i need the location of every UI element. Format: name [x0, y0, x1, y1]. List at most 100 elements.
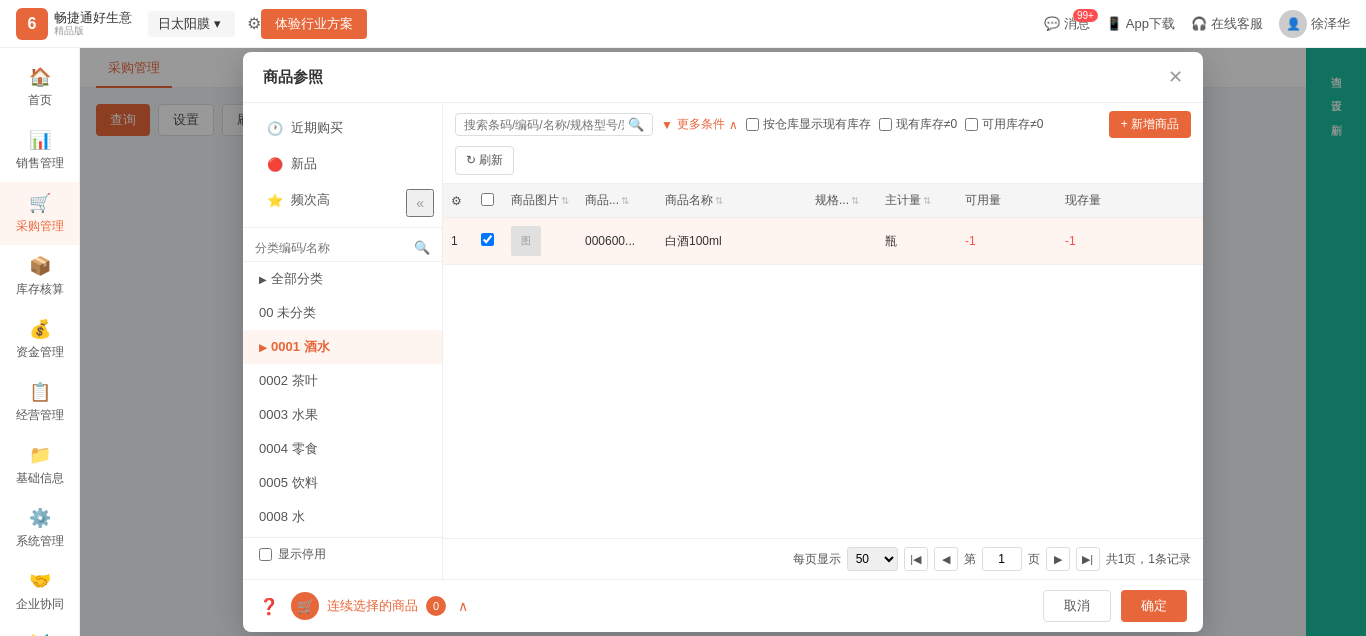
cart-section: 🛒 连续选择的商品 0 [291, 592, 446, 620]
purchase-icon: 🛒 [29, 192, 51, 214]
cell-name: 白酒100ml [657, 218, 807, 265]
sidebar-item-enterprise[interactable]: 🤝 企业协同 [0, 560, 79, 623]
modal-table: ⚙ 商品图片 ⇅ [443, 184, 1203, 538]
left-nav-frequent[interactable]: ⭐ 频次高 [251, 183, 406, 217]
phone-icon: 📱 [1106, 16, 1122, 31]
collapse-up-icon[interactable]: ∧ [458, 598, 468, 614]
warehouse-stock-checkbox[interactable]: 按仓库显示现有库存 [746, 116, 871, 133]
cell-image: 图 [503, 218, 577, 265]
confirm-button[interactable]: 确定 [1121, 590, 1187, 622]
cell-stock: -1 [1057, 218, 1203, 265]
gear-icon[interactable]: ⚙ [247, 14, 261, 33]
help-icon[interactable]: ❓ [259, 597, 279, 616]
inventory-icon: 📦 [29, 255, 51, 277]
show-disabled-checkbox[interactable]: 显示停用 [259, 546, 426, 563]
top-nav: 6 畅捷通好生意 精品版 日太阳膜 ▾ ⚙ 体验行业方案 💬 消息 99+ 📱 … [0, 0, 1366, 48]
available-nonzero-checkbox[interactable]: 可用库存≠0 [965, 116, 1043, 133]
footer-buttons: 取消 确定 [1043, 590, 1187, 622]
modal-overlay: 商品参照 ✕ 🕐 近期购买 � [80, 48, 1366, 636]
sidebar-item-basic-info[interactable]: 📁 基础信息 [0, 434, 79, 497]
nonzero-stock-checkbox[interactable]: 现有库存≠0 [879, 116, 957, 133]
more-filter-button[interactable]: ▼ 更多条件 ∧ [661, 116, 738, 133]
category-0008[interactable]: 0008 水 [243, 500, 442, 534]
sidebar-item-finance[interactable]: 💰 资金管理 [0, 308, 79, 371]
category-0001[interactable]: ▶ 0001 酒水 [243, 330, 442, 364]
category-0002[interactable]: 0002 茶叶 [243, 364, 442, 398]
modal-close-button[interactable]: ✕ [1168, 66, 1183, 88]
trial-button[interactable]: 体验行业方案 [261, 9, 367, 39]
home-icon: 🏠 [29, 66, 51, 88]
category-search-input[interactable] [255, 241, 414, 255]
settings-col-icon[interactable]: ⚙ [451, 194, 462, 208]
sidebar-item-sales[interactable]: 📊 销售管理 [0, 119, 79, 182]
main-content: 采购管理 查询 设置 刷新 查询 设置 刷新 商品参照 ✕ [80, 48, 1366, 636]
col-checkbox [473, 184, 503, 218]
finance-icon: 💰 [29, 318, 51, 340]
nav-selector[interactable]: 日太阳膜 ▾ [148, 11, 235, 37]
add-product-button[interactable]: + 新增商品 [1109, 111, 1191, 138]
page-last-button[interactable]: ▶| [1076, 547, 1100, 571]
cell-seq: 1 [443, 218, 473, 265]
category-list: ▶ 全部分类 00 未分类 ▶ 0001 酒水 0002 茶 [243, 262, 442, 537]
product-search-icon[interactable]: 🔍 [628, 117, 644, 132]
row-checkbox[interactable] [481, 233, 494, 246]
col-name-header: 商品名称 ⇅ [657, 184, 807, 218]
system-icon: ⚙️ [29, 507, 51, 529]
avatar: 👤 [1279, 10, 1307, 38]
sidebar: 🏠 首页 📊 销售管理 🛒 采购管理 📦 库存核算 💰 资金管理 📋 经营管理 … [0, 48, 80, 636]
cancel-button[interactable]: 取消 [1043, 590, 1111, 622]
category-0003[interactable]: 0003 水果 [243, 398, 442, 432]
category-0005[interactable]: 0005 饮料 [243, 466, 442, 500]
product-reference-modal: 商品参照 ✕ 🕐 近期购买 � [243, 52, 1203, 632]
sales-icon: 📊 [29, 129, 51, 151]
app-download-item[interactable]: 📱 App下载 [1106, 15, 1175, 33]
page-number-input[interactable] [982, 547, 1022, 571]
cell-spec [807, 218, 877, 265]
customer-service-item[interactable]: 🎧 在线客服 [1191, 15, 1263, 33]
sidebar-item-system[interactable]: ⚙️ 系统管理 [0, 497, 79, 560]
product-search-input[interactable] [464, 118, 624, 132]
collapse-left-button[interactable]: « [406, 189, 434, 217]
show-disabled-check[interactable] [259, 548, 272, 561]
modal-body: 🕐 近期购买 🔴 新品 ⭐ 频次高 [243, 103, 1203, 579]
category-00[interactable]: 00 未分类 [243, 296, 442, 330]
sidebar-item-inventory[interactable]: 📦 库存核算 [0, 245, 79, 308]
sidebar-item-purchase[interactable]: 🛒 采购管理 [0, 182, 79, 245]
product-search-box: 🔍 [455, 113, 653, 136]
cell-checkbox [473, 218, 503, 265]
user-profile[interactable]: 👤 徐泽华 [1279, 10, 1350, 38]
col-code-header: 商品... ⇅ [577, 184, 657, 218]
col-image-header: 商品图片 ⇅ [503, 184, 577, 218]
col-stock-header: 现存量 [1057, 184, 1203, 218]
col-available-header: 可用量 [957, 184, 1057, 218]
sidebar-item-guide[interactable]: 🔰 新手引导 [0, 623, 79, 636]
modal-right-panel: 🔍 ▼ 更多条件 ∧ 按仓库显示现有库存 [443, 103, 1203, 579]
refresh-icon: ↻ [466, 153, 476, 167]
page-next-button[interactable]: ▶ [1046, 547, 1070, 571]
left-nav-new[interactable]: 🔴 新品 [251, 147, 406, 181]
sidebar-item-home[interactable]: 🏠 首页 [0, 56, 79, 119]
table-row[interactable]: 1 图 000600... 白酒100ml [443, 218, 1203, 265]
col-settings: ⚙ [443, 184, 473, 218]
product-table: ⚙ 商品图片 ⇅ [443, 184, 1203, 265]
modal-toolbar: 🔍 ▼ 更多条件 ∧ 按仓库显示现有库存 [443, 103, 1203, 184]
modal-left-bottom: 显示停用 [243, 537, 442, 571]
refresh-button[interactable]: ↻ 刷新 [455, 146, 514, 175]
category-0004[interactable]: 0004 零食 [243, 432, 442, 466]
logo: 6 畅捷通好生意 精品版 [16, 8, 132, 40]
cell-available: -1 [957, 218, 1057, 265]
left-nav-recent[interactable]: 🕐 近期购买 [251, 111, 406, 145]
total-info: 共1页，1条记录 [1106, 551, 1191, 568]
cart-count-badge: 0 [426, 596, 446, 616]
message-item[interactable]: 💬 消息 99+ [1044, 15, 1090, 33]
modal-header: 商品参照 ✕ [243, 52, 1203, 103]
category-all[interactable]: ▶ 全部分类 [243, 262, 442, 296]
select-all-checkbox[interactable] [481, 193, 494, 206]
category-search-icon[interactable]: 🔍 [414, 240, 430, 255]
per-page-select[interactable]: 50 100 200 [847, 547, 898, 571]
page-first-button[interactable]: |◀ [904, 547, 928, 571]
sidebar-item-operation[interactable]: 📋 经营管理 [0, 371, 79, 434]
page-prev-button[interactable]: ◀ [934, 547, 958, 571]
nav-right: 💬 消息 99+ 📱 App下载 🎧 在线客服 👤 徐泽华 [1044, 10, 1350, 38]
per-page-label: 每页显示 [793, 551, 841, 568]
